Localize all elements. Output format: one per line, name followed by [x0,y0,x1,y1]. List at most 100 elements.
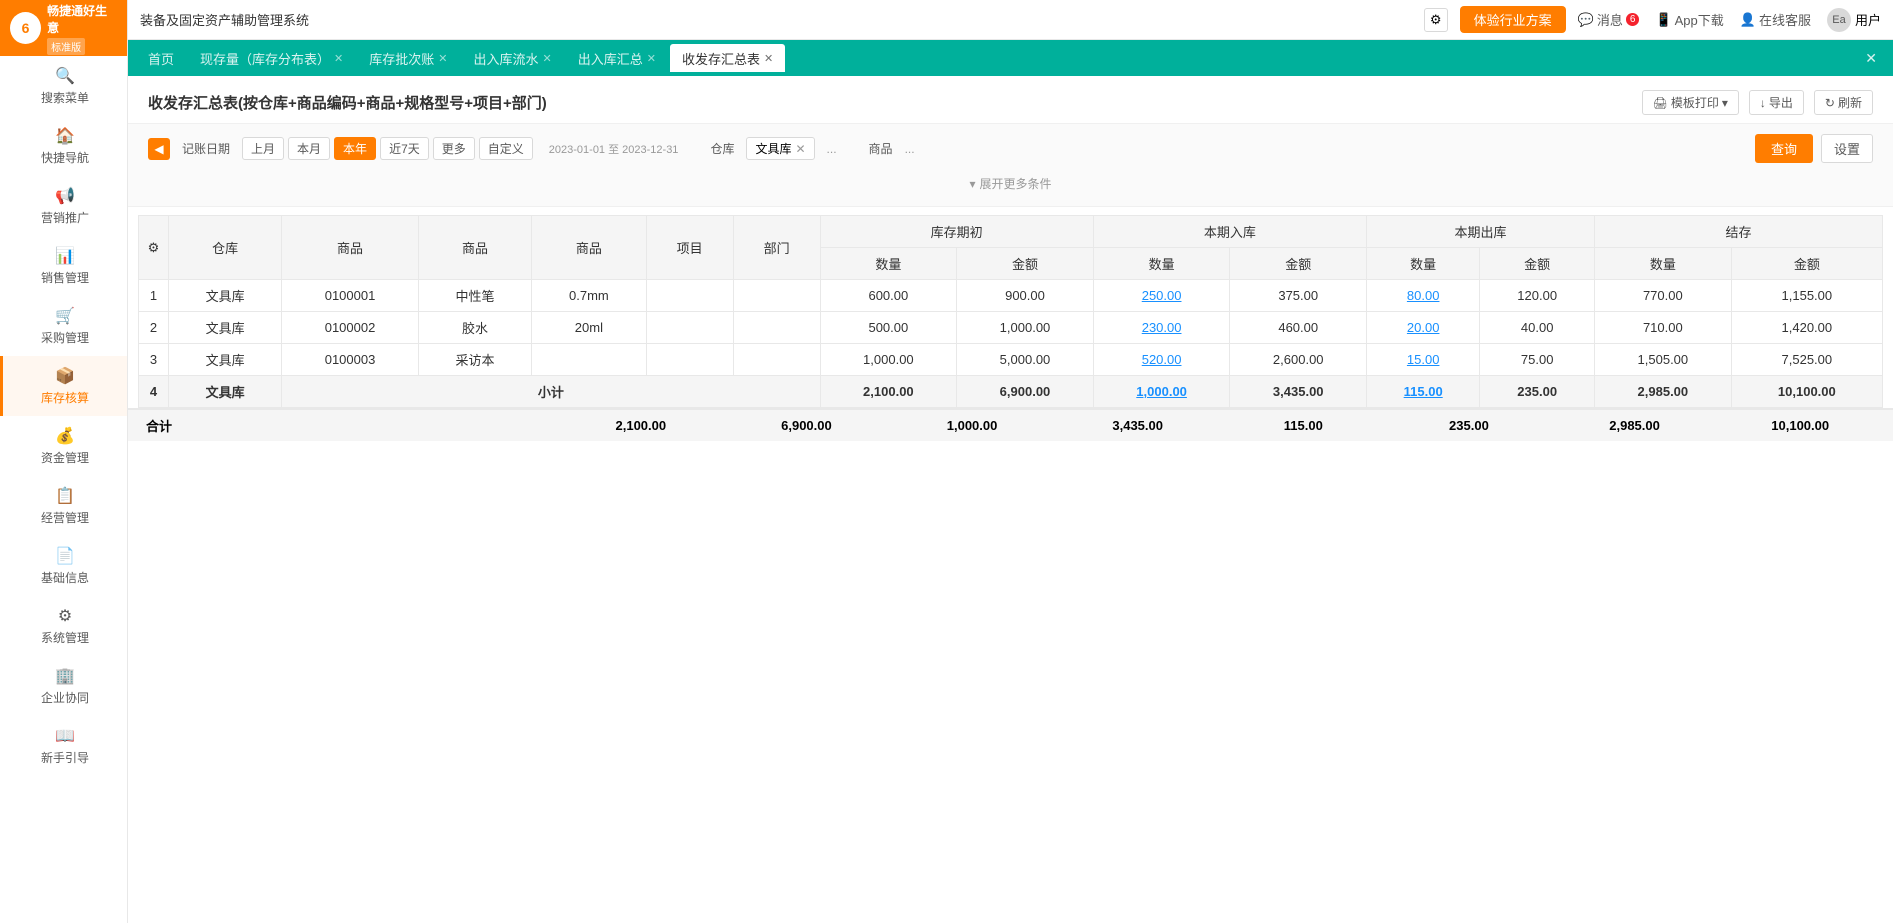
cell-no: 1 [139,280,169,312]
tab-close-stock-dist[interactable]: ✕ [334,52,343,65]
online-service-btn[interactable]: 👤 在线客服 [1740,10,1811,29]
query-actions: 查询 设置 [1755,134,1873,163]
print-btn[interactable]: 🖨 模板打印 ▾ [1642,90,1739,115]
tab-close-inout-summary[interactable]: ✕ [647,52,656,65]
cell-subtotal-label: 小计 [282,376,820,408]
sidebar-item-basicinfo[interactable]: 📄基础信息 [0,536,127,596]
cell-in-qty[interactable]: 230.00 [1093,312,1230,344]
sidebar-item-sales[interactable]: 📊销售管理 [0,236,127,296]
sidebar-item-purchase[interactable]: 🛒采购管理 [0,296,127,356]
sidebar-item-label: 搜索菜单 [41,89,89,106]
experience-btn[interactable]: 体验行业方案 [1460,6,1566,33]
tab-inout-flow[interactable]: 出入库流水✕ [461,44,563,72]
date-buttons: 上月本月本年近7天更多自定义 [242,137,533,160]
close-all-tabs-btn[interactable]: ✕ [1857,50,1885,67]
warehouse-tag[interactable]: 文具库 ✕ [746,137,814,160]
quicknav-icon: 🏠 [55,126,75,146]
cell-opening-qty: 500.00 [820,312,957,344]
cell-code: 0100002 [282,312,419,344]
goods-more[interactable]: ... [905,142,915,156]
sidebar-item-search[interactable]: 🔍 搜索菜单 [0,56,127,116]
table-row: 3 文具库 0100003 采访本 1,000.00 5,000.00 520.… [139,344,1883,376]
message-icon-btn[interactable]: 💬 消息 6 [1578,10,1640,29]
export-btn[interactable]: ↓ 导出 [1749,90,1804,115]
cell-name: 中性笔 [418,280,531,312]
chevron-down-icon: ▾ [1722,96,1728,110]
warehouse-tag-close[interactable]: ✕ [795,142,805,156]
refresh-btn[interactable]: ↻ 刷新 [1814,90,1873,115]
sidebar-item-system[interactable]: ⚙系统管理 [0,596,127,656]
col-in-header: 本期入库 [1093,216,1366,248]
date-btn-更多[interactable]: 更多 [433,137,475,160]
col-opening-qty: 数量 [820,248,957,280]
data-table-wrap: ⚙ 仓库 商品 商品 商品 项目 部门 库存期初 本期入库 本期出库 结存 [128,215,1893,408]
tab-inout-summary[interactable]: 出入库汇总✕ [566,44,668,72]
date-btn-本月[interactable]: 本月 [288,137,330,160]
cell-dept [733,312,820,344]
sidebar-item-newguide[interactable]: 📖新手引导 [0,716,127,776]
cell-closing-qty: 1,505.00 [1595,344,1732,376]
tab-close-inout-flow[interactable]: ✕ [543,52,552,65]
marketing-icon: 📢 [55,186,75,206]
footer-opening-amt: 6,900.00 [724,418,890,433]
tabs-bar: 首页现存量（库存分布表）✕库存批次账✕出入库流水✕出入库汇总✕ 收发存汇总表 ✕ ✕ [128,40,1893,76]
sidebar-item-operations[interactable]: 📋经营管理 [0,476,127,536]
tab-label: 收发存汇总表 [682,49,760,68]
tab-stock-dist[interactable]: 现存量（库存分布表）✕ [188,44,355,72]
footer-out-amt: 235.00 [1386,418,1552,433]
cell-out-qty[interactable]: 80.00 [1367,280,1480,312]
sidebar-item-label: 采购管理 [41,329,89,346]
cell-opening-amt: 1,000.00 [957,312,1094,344]
table-settings-icon[interactable]: ⚙ [148,240,160,255]
tab-close-batch[interactable]: ✕ [438,52,447,65]
cell-in-qty[interactable]: 520.00 [1093,344,1230,376]
app-download-btn[interactable]: 📱 App下载 [1655,10,1723,29]
date-btn-近7天[interactable]: 近7天 [380,137,429,160]
sidebar-item-enterprise[interactable]: 🏢企业协同 [0,656,127,716]
cell-out-qty[interactable]: 20.00 [1367,312,1480,344]
sidebar-item-inventory[interactable]: 📦库存核算 [0,356,127,416]
cell-sub-in-qty[interactable]: 1,000.00 [1093,376,1230,408]
filter-row-1: ◀ 记账日期 上月本月本年近7天更多自定义 2023-01-01 至 2023-… [148,134,1873,163]
date-btn-上月[interactable]: 上月 [242,137,284,160]
cell-out-amt: 40.00 [1480,312,1595,344]
date-btn-自定义[interactable]: 自定义 [479,137,533,160]
content-area: 收发存汇总表(按仓库+商品编码+商品+规格型号+项目+部门) 🖨 模板打印 ▾ … [128,76,1893,923]
footer-opening-qty: 2,100.00 [558,418,724,433]
query-btn[interactable]: 查询 [1755,134,1813,163]
sidebar-item-marketing[interactable]: 📢营销推广 [0,176,127,236]
tab-recv-send[interactable]: 收发存汇总表 ✕ [670,44,785,72]
set-btn[interactable]: 设置 [1821,134,1873,163]
logo-icon: 6 [10,12,41,44]
cell-name: 胶水 [418,312,531,344]
sidebar-item-quicknav[interactable]: 🏠快捷导航 [0,116,127,176]
cell-spec: 0.7mm [532,280,647,312]
col-out-amt: 金额 [1480,248,1595,280]
cell-sub-out-qty[interactable]: 115.00 [1367,376,1480,408]
cell-out-qty[interactable]: 15.00 [1367,344,1480,376]
sidebar-item-finance[interactable]: 💰资金管理 [0,416,127,476]
enterprise-icon: 🏢 [55,666,75,686]
table-row: 1 文具库 0100001 中性笔 0.7mm 600.00 900.00 25… [139,280,1883,312]
tab-close-recv-send[interactable]: ✕ [764,52,773,65]
footer-closing-amt: 10,100.00 [1717,418,1883,433]
expand-more-btn[interactable]: ▾ 展开更多条件 [148,171,1873,196]
col-settings[interactable]: ⚙ [139,216,169,280]
cell-in-amt: 2,600.00 [1230,344,1367,376]
cell-out-amt: 120.00 [1480,280,1595,312]
settings-icon[interactable]: ⚙ [1424,8,1448,32]
filter-collapse-btn[interactable]: ◀ [148,138,170,160]
cell-in-qty[interactable]: 250.00 [1093,280,1230,312]
tab-home[interactable]: 首页 [136,44,186,72]
user-area[interactable]: Ea 用户 [1827,8,1881,32]
search-icon: 🔍 [55,66,75,86]
tab-batch[interactable]: 库存批次账✕ [357,44,459,72]
warehouse-more[interactable]: ... [827,142,837,156]
cell-no: 2 [139,312,169,344]
cell-dept [733,280,820,312]
cell-name: 采访本 [418,344,531,376]
date-btn-本年[interactable]: 本年 [334,137,376,160]
main-content: 装备及固定资产辅助管理系统 ⚙ 体验行业方案 💬 消息 6 📱 App下载 👤 … [128,0,1893,923]
cell-closing-amt: 1,155.00 [1731,280,1882,312]
sidebar: 6 畅捷通好生意 标准版 🔍搜索菜单🏠快捷导航📢营销推广📊销售管理🛒采购管理📦库… [0,0,128,923]
